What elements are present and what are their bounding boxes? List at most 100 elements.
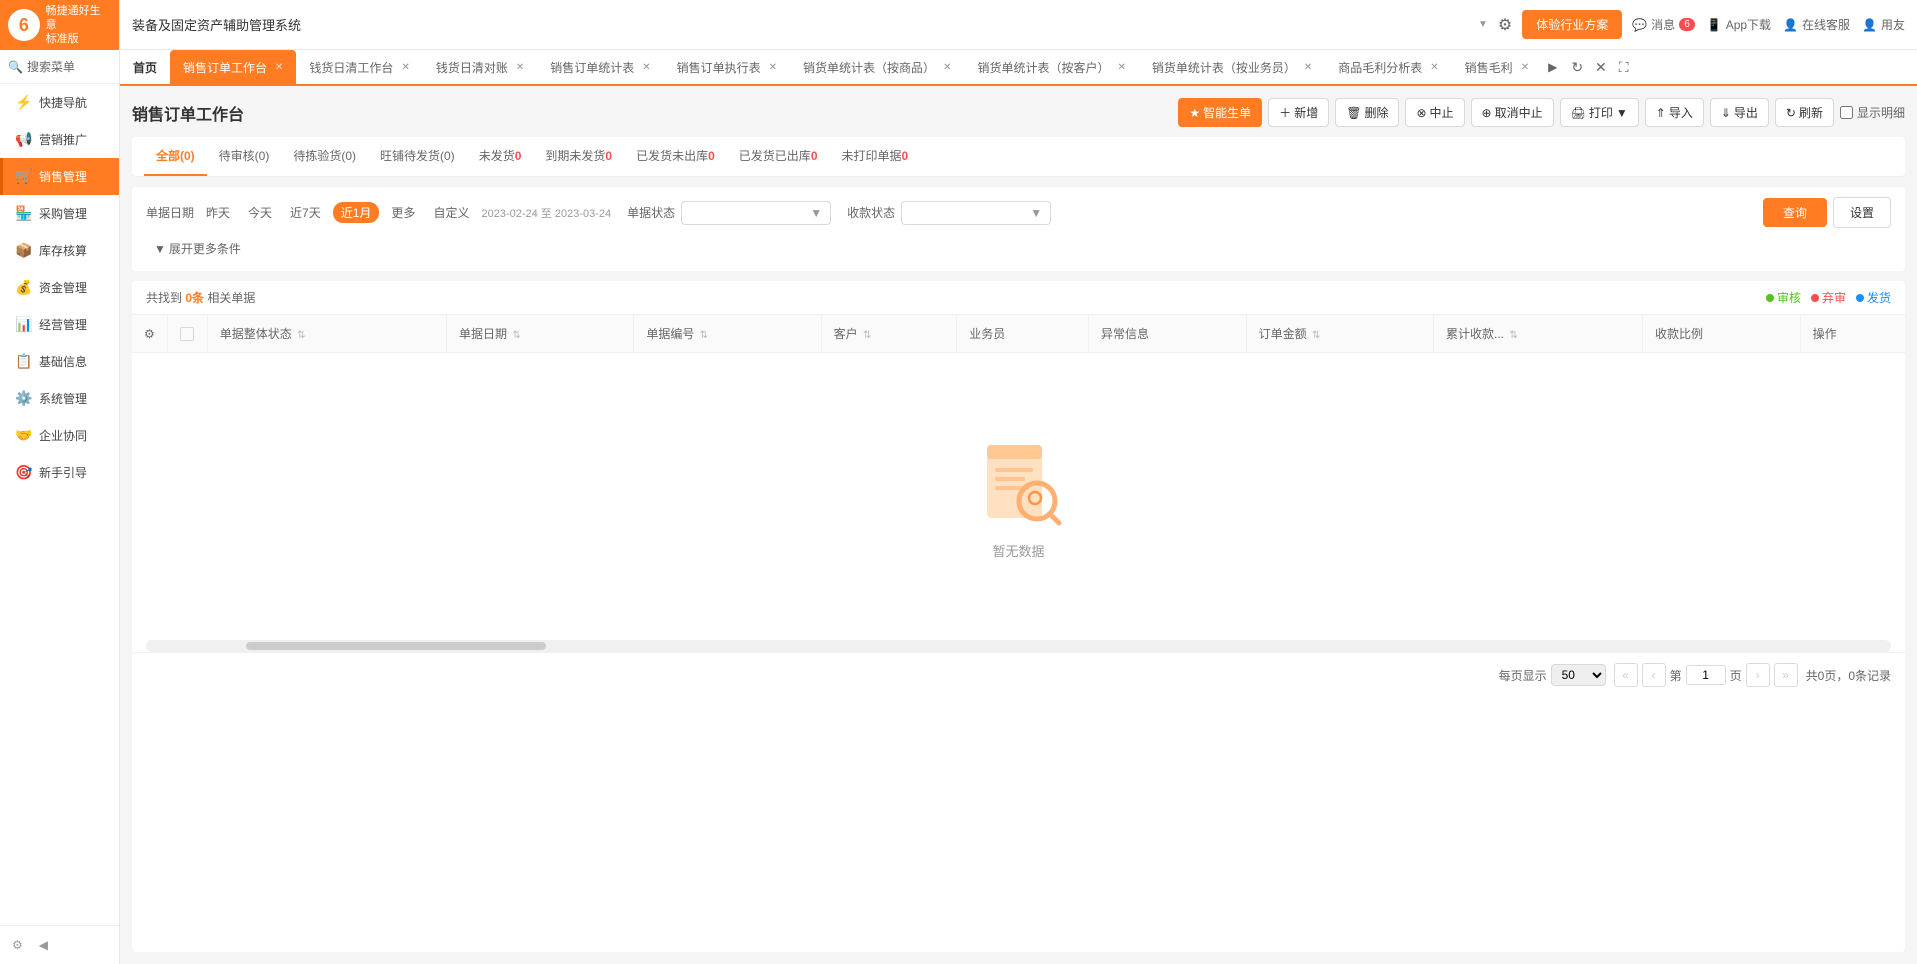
tab-sale-staff-stats[interactable]: 销货单统计表（按业务员） ✕ bbox=[1139, 50, 1325, 84]
tab-sale-customer-stats[interactable]: 销货单统计表（按客户） ✕ bbox=[964, 50, 1138, 84]
last-page-btn[interactable]: » bbox=[1774, 663, 1798, 687]
col-amount[interactable]: 订单金额 ⇅ bbox=[1246, 315, 1433, 353]
sidebar-item-system[interactable]: ⚙️ 系统管理 bbox=[0, 380, 119, 417]
prev-page-btn[interactable]: ‹ bbox=[1642, 663, 1666, 687]
filter-tab-all[interactable]: 全部(0) bbox=[144, 137, 207, 176]
topbar-settings-icon[interactable]: ⚙ bbox=[1498, 15, 1512, 35]
tab-close-cash-daily[interactable]: ✕ bbox=[401, 62, 409, 73]
sidebar-item-operation[interactable]: 📊 经营管理 bbox=[0, 306, 119, 343]
sidebar-search[interactable]: 🔍 搜索菜单 bbox=[0, 50, 119, 84]
filter-tab-pending-review[interactable]: 待审核(0) bbox=[207, 137, 282, 176]
tab-close-sales-gross[interactable]: ✕ bbox=[1521, 62, 1529, 73]
scrollbar-area[interactable] bbox=[146, 640, 1891, 652]
reject-btn[interactable]: 弃审 bbox=[1811, 289, 1846, 306]
preset-today[interactable]: 今天 bbox=[242, 202, 278, 223]
col-status[interactable]: 单据整体状态 ⇅ bbox=[207, 315, 446, 353]
print-btn[interactable]: 🖨 打印 ▼ bbox=[1560, 98, 1639, 127]
smart-create-btn[interactable]: ★ 智能生单 bbox=[1178, 98, 1262, 127]
stop-btn[interactable]: ⊗ 中止 bbox=[1405, 98, 1464, 127]
approve-btn[interactable]: 审核 bbox=[1766, 289, 1801, 306]
show-detail-checkbox-group[interactable]: 显示明细 bbox=[1840, 104, 1905, 121]
col-exception[interactable]: 异常信息 bbox=[1088, 315, 1246, 353]
tab-cash-reconcile[interactable]: 钱货日清对账 ✕ bbox=[423, 50, 537, 84]
tab-gross-profit[interactable]: 商品毛利分析表 ✕ bbox=[1325, 50, 1451, 84]
preset-1month[interactable]: 近1月 bbox=[333, 202, 380, 223]
sidebar-settings-btn[interactable]: ⚙ bbox=[8, 934, 27, 956]
query-btn[interactable]: 查询 bbox=[1763, 198, 1827, 227]
filter-tab-pending-inspect[interactable]: 待拣验货(0) bbox=[281, 137, 368, 176]
col-checkbox[interactable] bbox=[167, 315, 207, 353]
tab-sales-workbench[interactable]: 销售订单工作台 ✕ bbox=[170, 50, 296, 84]
sidebar-collapse-btn[interactable]: ◀ bbox=[35, 934, 52, 956]
sidebar-item-finance[interactable]: 💰 资金管理 bbox=[0, 269, 119, 306]
sidebar-item-marketing[interactable]: 📢 营销推广 bbox=[0, 121, 119, 158]
app-download-btn[interactable]: 📱 App下载 bbox=[1707, 16, 1771, 33]
trial-btn[interactable]: 体验行业方案 bbox=[1522, 10, 1622, 39]
add-btn[interactable]: ＋ 新增 bbox=[1268, 98, 1329, 127]
sidebar-item-base-info[interactable]: 📋 基础信息 bbox=[0, 343, 119, 380]
tab-sales-gross[interactable]: 销售毛利 ✕ bbox=[1452, 50, 1542, 84]
payment-select[interactable]: ▼ bbox=[901, 201, 1051, 225]
tab-close-sales-workbench[interactable]: ✕ bbox=[275, 62, 283, 73]
sidebar-item-enterprise[interactable]: 🤝 企业协同 bbox=[0, 417, 119, 454]
filter-settings-btn[interactable]: 设置 bbox=[1833, 197, 1891, 228]
tab-close-current-btn[interactable]: ✕ bbox=[1591, 57, 1611, 78]
sidebar-item-sales[interactable]: 🛒 销售管理 bbox=[0, 158, 119, 195]
page-size-select[interactable]: 50 100 bbox=[1551, 664, 1606, 686]
status-select[interactable]: ▼ bbox=[681, 201, 831, 225]
cancel-stop-btn[interactable]: ⊕ 取消中止 bbox=[1471, 98, 1554, 127]
filter-tab-not-shipped[interactable]: 未发货0 bbox=[467, 137, 534, 176]
scrollbar-thumb[interactable] bbox=[246, 642, 546, 650]
page-input[interactable] bbox=[1686, 665, 1726, 685]
tab-refresh-btn[interactable]: ↻ bbox=[1567, 57, 1587, 78]
tab-cash-daily[interactable]: 钱货日清工作台 ✕ bbox=[296, 50, 422, 84]
select-all-checkbox[interactable] bbox=[180, 327, 194, 341]
next-page-btn[interactable]: › bbox=[1746, 663, 1770, 687]
filter-tab-shipped-not-out[interactable]: 已发货未出库0 bbox=[624, 137, 727, 176]
tab-close-staff-stats[interactable]: ✕ bbox=[1304, 62, 1312, 73]
col-settings[interactable]: ⚙ bbox=[132, 315, 167, 353]
expand-filter-btn[interactable]: ▼ 展开更多条件 bbox=[146, 236, 1891, 261]
tab-sales-exec[interactable]: 销售订单执行表 ✕ bbox=[664, 50, 790, 84]
col-number[interactable]: 单据编号 ⇅ bbox=[634, 315, 821, 353]
import-btn[interactable]: ⇑ 导入 bbox=[1645, 98, 1704, 127]
col-collected[interactable]: 累计收款... ⇅ bbox=[1434, 315, 1643, 353]
first-page-btn[interactable]: « bbox=[1614, 663, 1638, 687]
ship-btn[interactable]: 发货 bbox=[1856, 289, 1891, 306]
col-ratio[interactable]: 收款比例 bbox=[1642, 315, 1800, 353]
tab-close-sales-stats[interactable]: ✕ bbox=[642, 62, 650, 73]
preset-yesterday[interactable]: 昨天 bbox=[200, 202, 236, 223]
tab-home[interactable]: 首页 bbox=[120, 50, 170, 84]
tab-close-product-stats[interactable]: ✕ bbox=[943, 62, 951, 73]
delete-btn[interactable]: 🗑 删除 bbox=[1335, 98, 1399, 127]
filter-tab-overdue[interactable]: 到期未发货0 bbox=[533, 137, 624, 176]
tab-close-sales-exec[interactable]: ✕ bbox=[769, 62, 777, 73]
tab-close-gross-profit[interactable]: ✕ bbox=[1430, 62, 1438, 73]
refresh-btn[interactable]: ↻ 刷新 bbox=[1775, 98, 1834, 127]
message-btn[interactable]: 💬 消息 6 bbox=[1632, 16, 1695, 33]
sidebar-item-inventory[interactable]: 📦 库存核算 bbox=[0, 232, 119, 269]
user-btn[interactable]: 👤 用友 bbox=[1862, 16, 1905, 33]
filter-tab-wangpu[interactable]: 旺铺待发货(0) bbox=[368, 137, 467, 176]
tab-sale-product-stats[interactable]: 销货单统计表（按商品） ✕ bbox=[790, 50, 964, 84]
preset-custom[interactable]: 自定义 bbox=[427, 202, 475, 223]
sidebar-item-quick-nav[interactable]: ⚡ 快捷导航 bbox=[0, 84, 119, 121]
col-date[interactable]: 单据日期 ⇅ bbox=[446, 315, 633, 353]
filter-tab-shipped-out[interactable]: 已发货已出库0 bbox=[727, 137, 830, 176]
tab-maximize-btn[interactable]: ⛶ bbox=[1615, 57, 1633, 78]
sidebar-item-purchase[interactable]: 🏪 采购管理 bbox=[0, 195, 119, 232]
tab-close-cash-reconcile[interactable]: ✕ bbox=[516, 62, 524, 73]
preset-7days[interactable]: 近7天 bbox=[284, 202, 327, 223]
tab-more-btn[interactable]: ▶ bbox=[1542, 50, 1563, 84]
tab-close-customer-stats[interactable]: ✕ bbox=[1117, 62, 1125, 73]
sidebar-item-guide[interactable]: 🎯 新手引导 bbox=[0, 454, 119, 491]
online-service-btn[interactable]: 👤 在线客服 bbox=[1783, 16, 1850, 33]
col-staff[interactable]: 业务员 bbox=[957, 315, 1089, 353]
filter-tab-not-printed[interactable]: 未打印单据0 bbox=[830, 137, 921, 176]
col-customer[interactable]: 客户 ⇅ bbox=[821, 315, 957, 353]
show-detail-checkbox[interactable] bbox=[1840, 106, 1853, 119]
tab-sales-stats[interactable]: 销售订单统计表 ✕ bbox=[537, 50, 663, 84]
preset-more[interactable]: 更多 bbox=[385, 202, 421, 223]
topbar-chevron-icon[interactable]: ▼ bbox=[1478, 19, 1488, 30]
export-btn[interactable]: ⇓ 导出 bbox=[1710, 98, 1769, 127]
